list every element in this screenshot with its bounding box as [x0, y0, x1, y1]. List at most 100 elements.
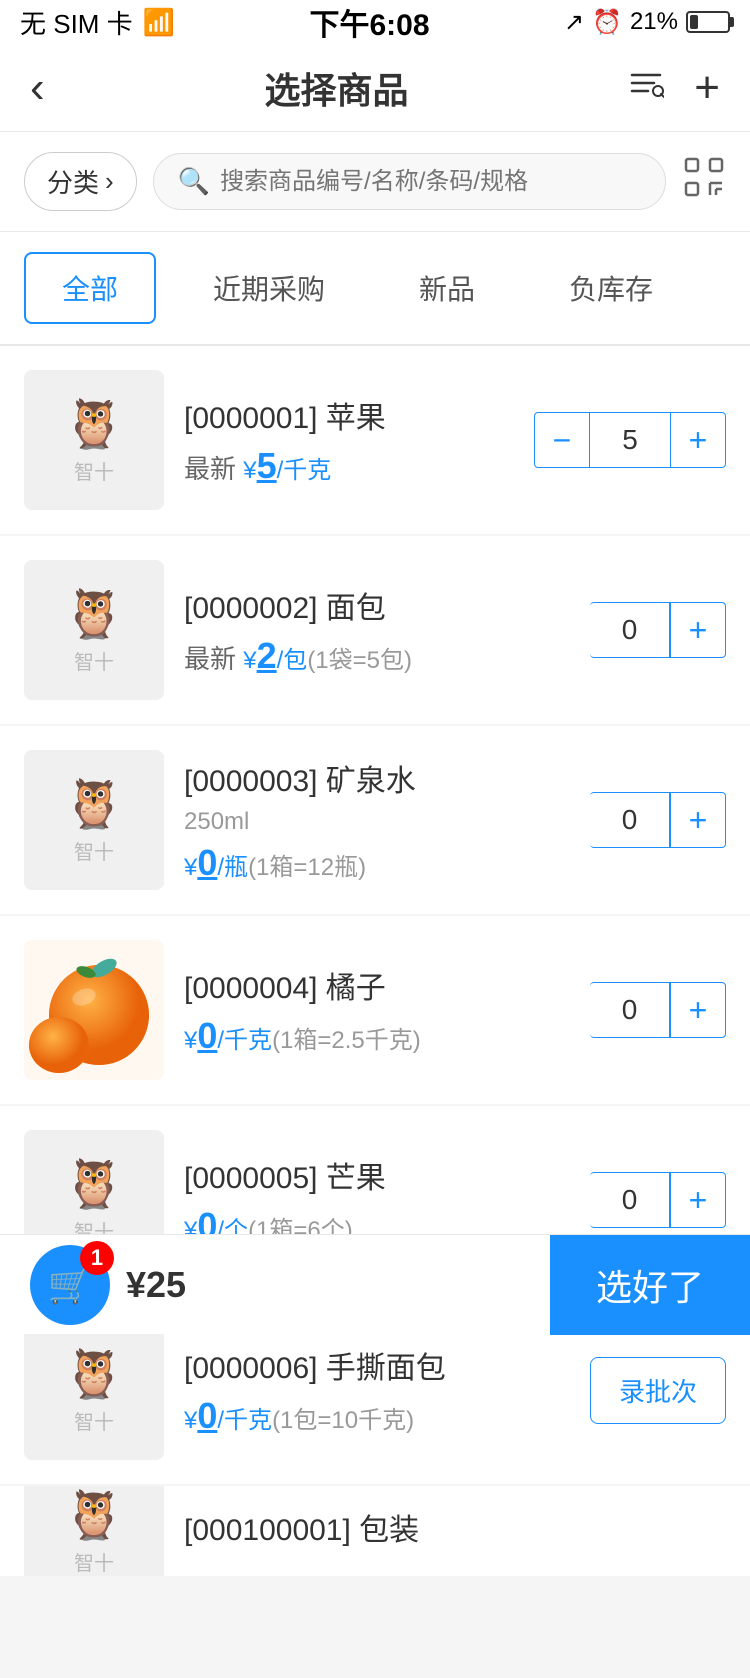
- tab-recent[interactable]: 近期采购: [176, 252, 362, 324]
- category-chevron: ›: [105, 166, 114, 197]
- cart-button[interactable]: 🛒 1: [30, 1245, 110, 1325]
- search-input[interactable]: [220, 168, 641, 196]
- back-button[interactable]: ‹: [30, 63, 45, 113]
- search-icon: 🔍: [178, 166, 210, 197]
- product-name: [0000006] 手撕面包: [184, 1343, 570, 1387]
- battery-icon: [686, 11, 730, 33]
- qty-box-only: +: [590, 982, 726, 1038]
- qty-input[interactable]: [590, 792, 670, 848]
- alarm-icon: ⏰: [592, 8, 622, 37]
- qty-minus-button[interactable]: −: [534, 412, 590, 468]
- quantity-control: +: [590, 1172, 726, 1228]
- filter-bar: 分类 › 🔍: [0, 132, 750, 232]
- qty-plus-button[interactable]: +: [670, 982, 726, 1038]
- carrier-label: 无 SIM 卡: [20, 4, 133, 41]
- owl-text: 智十: [74, 456, 114, 485]
- tab-new[interactable]: 新品: [382, 252, 512, 324]
- owl-icon: 🦉: [64, 1155, 124, 1212]
- tab-negative[interactable]: 负库存: [532, 252, 690, 324]
- product-image: [24, 940, 164, 1080]
- quantity-control: +: [590, 982, 726, 1038]
- status-right: ↗ ⏰ 21%: [564, 8, 730, 37]
- add-button[interactable]: +: [694, 63, 720, 113]
- filter-icon[interactable]: [628, 65, 664, 111]
- status-left: 无 SIM 卡 📶: [20, 4, 175, 41]
- cart-total: ¥25: [126, 1264, 186, 1306]
- product-item: 🦉 智十 [0000002] 面包 最新 ¥2/包(1袋=5包) +: [0, 536, 750, 724]
- nav-title: 选择商品: [264, 62, 408, 114]
- quantity-control: +: [590, 792, 726, 848]
- category-button[interactable]: 分类 ›: [24, 152, 137, 211]
- qty-box-only: +: [590, 792, 726, 848]
- product-image: 🦉 智十: [24, 750, 164, 890]
- qty-box-only: +: [590, 602, 726, 658]
- qty-plus-button[interactable]: +: [670, 1172, 726, 1228]
- product-name: [0000001] 苹果: [184, 393, 514, 437]
- qty-plus-button[interactable]: +: [670, 792, 726, 848]
- product-price: 最新 ¥5/千克: [184, 445, 514, 487]
- bottom-bar: 🛒 1 ¥25 选好了: [0, 1234, 750, 1334]
- qty-box-only: +: [590, 1172, 726, 1228]
- nav-left: ‹: [30, 63, 45, 113]
- product-info: [0000006] 手撕面包 ¥0/千克(1包=10千克): [184, 1343, 570, 1437]
- product-name: [0000002] 面包: [184, 583, 570, 627]
- product-price: 最新 ¥2/包(1袋=5包): [184, 635, 570, 677]
- nav-bar: ‹ 选择商品 +: [0, 44, 750, 132]
- product-image: 🦉 智十: [24, 370, 164, 510]
- product-image: 🦉 智十: [24, 560, 164, 700]
- search-box: 🔍: [153, 153, 666, 210]
- owl-icon: 🦉: [64, 775, 124, 832]
- product-item: 🦉 智十 [0000001] 苹果 最新 ¥5/千克 − +: [0, 346, 750, 534]
- product-info: [0000002] 面包 最新 ¥2/包(1袋=5包): [184, 583, 570, 677]
- product-name: [0000003] 矿泉水: [184, 756, 570, 800]
- qty-input[interactable]: [590, 1172, 670, 1228]
- product-price: ¥0/千克(1箱=2.5千克): [184, 1015, 570, 1057]
- qty-plus-button[interactable]: +: [670, 602, 726, 658]
- owl-icon: 🦉: [64, 1345, 124, 1402]
- batch-button[interactable]: 录批次: [590, 1357, 726, 1424]
- product-info: [000100001] 包装: [184, 1505, 726, 1557]
- owl-text: 智十: [74, 1406, 114, 1435]
- qty-input[interactable]: [590, 982, 670, 1038]
- cart-badge: 1: [80, 1241, 114, 1275]
- product-image: 🦉 智十: [24, 1486, 164, 1576]
- qty-input[interactable]: [590, 412, 670, 468]
- qty-plus-button[interactable]: +: [670, 412, 726, 468]
- confirm-button[interactable]: 选好了: [550, 1235, 750, 1335]
- product-image: 🦉 智十: [24, 1320, 164, 1460]
- product-info: [0000001] 苹果 最新 ¥5/千克: [184, 393, 514, 487]
- owl-icon: 🦉: [64, 585, 124, 642]
- quantity-control: 录批次: [590, 1357, 726, 1424]
- product-name: [0000004] 橘子: [184, 963, 570, 1007]
- product-info: [0000003] 矿泉水 250ml ¥0/瓶(1箱=12瓶): [184, 756, 570, 884]
- product-item: 🦉 智十 [0000003] 矿泉水 250ml ¥0/瓶(1箱=12瓶) +: [0, 726, 750, 914]
- product-info: [0000005] 芒果 ¥0/个(1箱=6个): [184, 1153, 570, 1247]
- battery-percent: 21%: [630, 8, 678, 36]
- status-time: 下午6:08: [309, 0, 429, 44]
- product-item: 🦉 智十 [000100001] 包装: [0, 1486, 750, 1576]
- tab-bar: 全部 近期采购 新品 负库存: [0, 232, 750, 346]
- product-list: 🦉 智十 [0000001] 苹果 最新 ¥5/千克 − + 🦉 智十 [000…: [0, 346, 750, 1678]
- product-name: [0000005] 芒果: [184, 1153, 570, 1197]
- status-bar: 无 SIM 卡 📶 下午6:08 ↗ ⏰ 21%: [0, 0, 750, 44]
- owl-icon: 🦉: [64, 395, 124, 452]
- owl-icon: 🦉: [64, 1486, 124, 1543]
- tab-all[interactable]: 全部: [24, 252, 156, 324]
- quantity-control: − +: [534, 412, 726, 468]
- owl-text: 智十: [74, 836, 114, 865]
- product-price: ¥0/瓶(1箱=12瓶): [184, 842, 570, 884]
- product-price: ¥0/千克(1包=10千克): [184, 1395, 570, 1437]
- owl-text: 智十: [74, 646, 114, 675]
- quantity-control: +: [590, 602, 726, 658]
- scan-icon[interactable]: [682, 155, 726, 208]
- category-label: 分类: [47, 163, 99, 200]
- product-spec: 250ml: [184, 808, 570, 836]
- nav-right: +: [628, 63, 720, 113]
- cart-section: 🛒 1 ¥25: [0, 1245, 550, 1325]
- product-item: [0000004] 橘子 ¥0/千克(1箱=2.5千克) +: [0, 916, 750, 1104]
- owl-text: 智十: [74, 1547, 114, 1576]
- product-info: [0000004] 橘子 ¥0/千克(1箱=2.5千克): [184, 963, 570, 1057]
- qty-input[interactable]: [590, 602, 670, 658]
- product-name: [000100001] 包装: [184, 1505, 726, 1549]
- location-icon: ↗: [564, 8, 584, 37]
